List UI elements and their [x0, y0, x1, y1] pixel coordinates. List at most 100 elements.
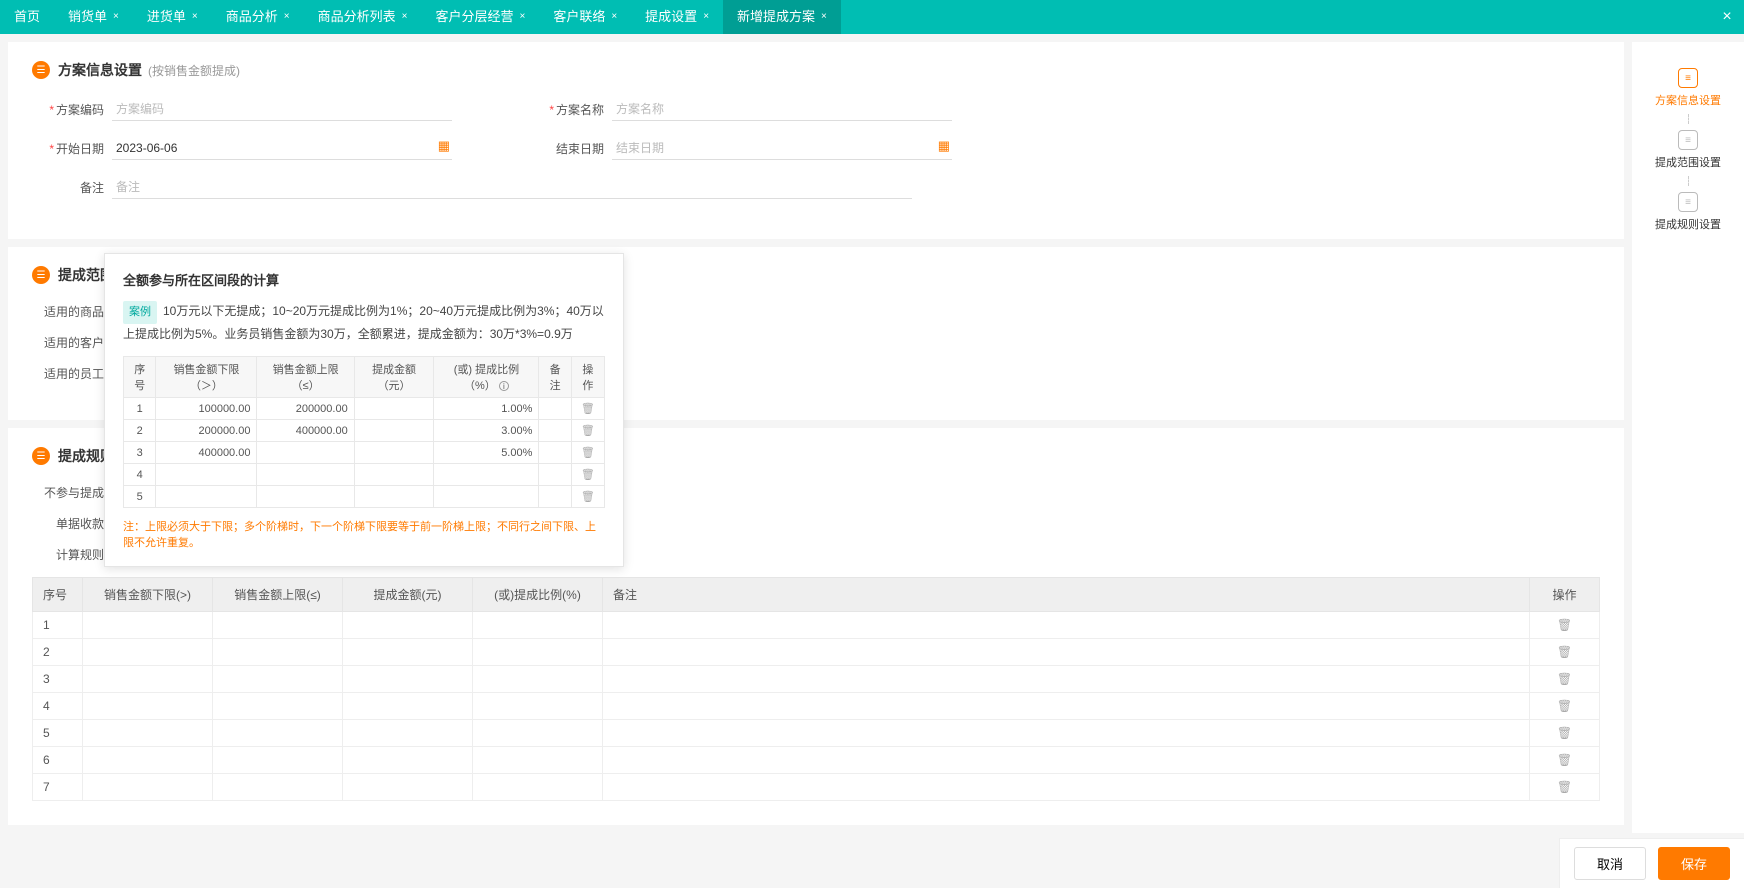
input-start-date[interactable]: [112, 137, 452, 160]
panel-title: 方案信息设置: [58, 60, 142, 80]
nav-icon: ≡: [1678, 192, 1698, 212]
tab-commission-setting[interactable]: 提成设置×: [631, 0, 723, 34]
input-plan-name[interactable]: [612, 98, 952, 121]
table-row[interactable]: 3 🗑: [33, 666, 1600, 693]
section-icon: ☰: [32, 61, 50, 79]
nav-basic-info[interactable]: ≡ 方案信息设置: [1632, 62, 1744, 114]
delete-icon[interactable]: 🗑: [1557, 780, 1572, 794]
col-op: 操作: [571, 357, 604, 398]
nav-icon: ≡: [1678, 130, 1698, 150]
mcol-upper: 销售金额上限(≤): [213, 578, 343, 612]
col-upper: 销售金额上限（≤）: [257, 357, 354, 398]
label-plan-name: *方案名称: [532, 101, 612, 118]
input-plan-code[interactable]: [112, 98, 452, 121]
table-row[interactable]: 4 🗑: [33, 693, 1600, 720]
cancel-button[interactable]: 取消: [1574, 847, 1646, 880]
tab-customer-contact[interactable]: 客户联络×: [539, 0, 631, 34]
nav-scope[interactable]: ≡ 提成范围设置: [1632, 124, 1744, 176]
tab-home[interactable]: 首页: [0, 0, 54, 34]
close-icon[interactable]: ×: [519, 0, 525, 34]
mcol-remark: 备注: [603, 578, 1530, 612]
col-lower: 销售金额下限（＞）: [156, 357, 257, 398]
tab-sales[interactable]: 销货单×: [54, 0, 133, 34]
table-row: 5 🗑: [124, 486, 605, 508]
delete-icon[interactable]: 🗑: [1557, 753, 1572, 767]
close-icon[interactable]: ×: [821, 0, 827, 34]
delete-icon[interactable]: 🗑: [581, 425, 595, 437]
table-row[interactable]: 6 🗑: [33, 747, 1600, 774]
section-icon: ☰: [32, 266, 50, 284]
label-customer: 适用的客户: [32, 334, 112, 351]
info-icon[interactable]: i: [499, 381, 509, 391]
section-nav: ≡ 方案信息设置 ≡ 提成范围设置 ≡ 提成规则设置: [1632, 42, 1744, 833]
panel-scope: ☰ 提成范围设 适用的商品 适用的客户 适用的员工 全额参与所在区间段的计算 案…: [8, 247, 1624, 420]
table-row: 2 200000.00 400000.00 3.00% 🗑: [124, 420, 605, 442]
label-staff: 适用的员工: [32, 365, 112, 382]
col-amount: 提成金额（元）: [354, 357, 434, 398]
col-idx: 序号: [124, 357, 156, 398]
mcol-amount: 提成金额(元): [343, 578, 473, 612]
mcol-op: 操作: [1530, 578, 1600, 612]
delete-icon[interactable]: 🗑: [581, 491, 595, 503]
nav-icon: ≡: [1678, 68, 1698, 88]
top-tab-bar: 首页 销货单× 进货单× 商品分析× 商品分析列表× 客户分层经营× 客户联络×…: [0, 0, 1744, 34]
mcol-lower: 销售金额下限(>): [83, 578, 213, 612]
mcol-ratio: (或)提成比例(%): [473, 578, 603, 612]
delete-icon[interactable]: 🗑: [1557, 618, 1572, 632]
label-goods: 适用的商品: [32, 303, 112, 320]
panel-subtitle: (按销售金额提成): [148, 62, 240, 79]
footer-actions: 取消 保存: [1559, 838, 1744, 888]
label-plan-code: *方案编码: [32, 101, 112, 118]
mcol-idx: 序号: [33, 578, 83, 612]
label-exclude: 不参与提成: [32, 484, 112, 501]
close-icon[interactable]: ×: [703, 0, 709, 34]
label-end-date: 结束日期: [532, 140, 612, 157]
popover-title: 全额参与所在区间段的计算: [123, 270, 605, 289]
nav-rules[interactable]: ≡ 提成规则设置: [1632, 186, 1744, 238]
close-all-icon[interactable]: ×: [1710, 0, 1744, 34]
save-button[interactable]: 保存: [1658, 847, 1730, 880]
table-row: 4 🗑: [124, 464, 605, 486]
table-row[interactable]: 5 🗑: [33, 720, 1600, 747]
table-row[interactable]: 1 🗑: [33, 612, 1600, 639]
tab-goods-list[interactable]: 商品分析列表×: [304, 0, 422, 34]
calendar-icon[interactable]: ▦: [938, 138, 950, 154]
rule-table: 序号 销售金额下限(>) 销售金额上限(≤) 提成金额(元) (或)提成比例(%…: [32, 577, 1600, 801]
delete-icon[interactable]: 🗑: [1557, 726, 1572, 740]
popover-desc: 案例10万元以下无提成；10~20万元提成比例为1%；20~40万元提成比例为3…: [123, 301, 605, 344]
col-ratio: (或) 提成比例（%） i: [434, 357, 539, 398]
col-remark: 备注: [539, 357, 571, 398]
tab-purchase[interactable]: 进货单×: [133, 0, 212, 34]
input-remark[interactable]: [112, 176, 912, 199]
delete-icon[interactable]: 🗑: [1557, 699, 1572, 713]
label-remark: 备注: [32, 179, 112, 196]
label-receipt: 单据收款: [32, 515, 112, 532]
tab-goods-analysis[interactable]: 商品分析×: [212, 0, 304, 34]
table-row: 1 100000.00 200000.00 1.00% 🗑: [124, 398, 605, 420]
close-icon[interactable]: ×: [113, 0, 119, 34]
close-icon[interactable]: ×: [284, 0, 290, 34]
popover-note: 注：上限必须大于下限；多个阶梯时，下一个阶梯下限要等于前一阶梯上限；不同行之间下…: [123, 518, 605, 550]
delete-icon[interactable]: 🗑: [1557, 672, 1572, 686]
tab-customer-tier[interactable]: 客户分层经营×: [421, 0, 539, 34]
tab-add-commission-plan[interactable]: 新增提成方案×: [723, 0, 841, 34]
label-start-date: *开始日期: [32, 140, 112, 157]
label-calc-rule: 计算规则: [32, 546, 112, 563]
delete-icon[interactable]: 🗑: [581, 447, 595, 459]
example-table: 序号 销售金额下限（＞） 销售金额上限（≤） 提成金额（元） (或) 提成比例（…: [123, 356, 605, 508]
close-icon[interactable]: ×: [402, 0, 408, 34]
table-row[interactable]: 2 🗑: [33, 639, 1600, 666]
close-icon[interactable]: ×: [611, 0, 617, 34]
input-end-date[interactable]: [612, 137, 952, 160]
calendar-icon[interactable]: ▦: [438, 138, 450, 154]
section-icon: ☰: [32, 447, 50, 465]
delete-icon[interactable]: 🗑: [581, 469, 595, 481]
panel-basic-info: ☰ 方案信息设置 (按销售金额提成) *方案编码 *方案名称 *开始日期: [8, 42, 1624, 239]
table-row: 3 400000.00 5.00% 🗑: [124, 442, 605, 464]
delete-icon[interactable]: 🗑: [1557, 645, 1572, 659]
close-icon[interactable]: ×: [192, 0, 198, 34]
example-tag: 案例: [123, 301, 157, 324]
table-row[interactable]: 7 🗑: [33, 774, 1600, 801]
delete-icon[interactable]: 🗑: [581, 403, 595, 415]
calc-example-popover: 全额参与所在区间段的计算 案例10万元以下无提成；10~20万元提成比例为1%；…: [104, 253, 624, 567]
